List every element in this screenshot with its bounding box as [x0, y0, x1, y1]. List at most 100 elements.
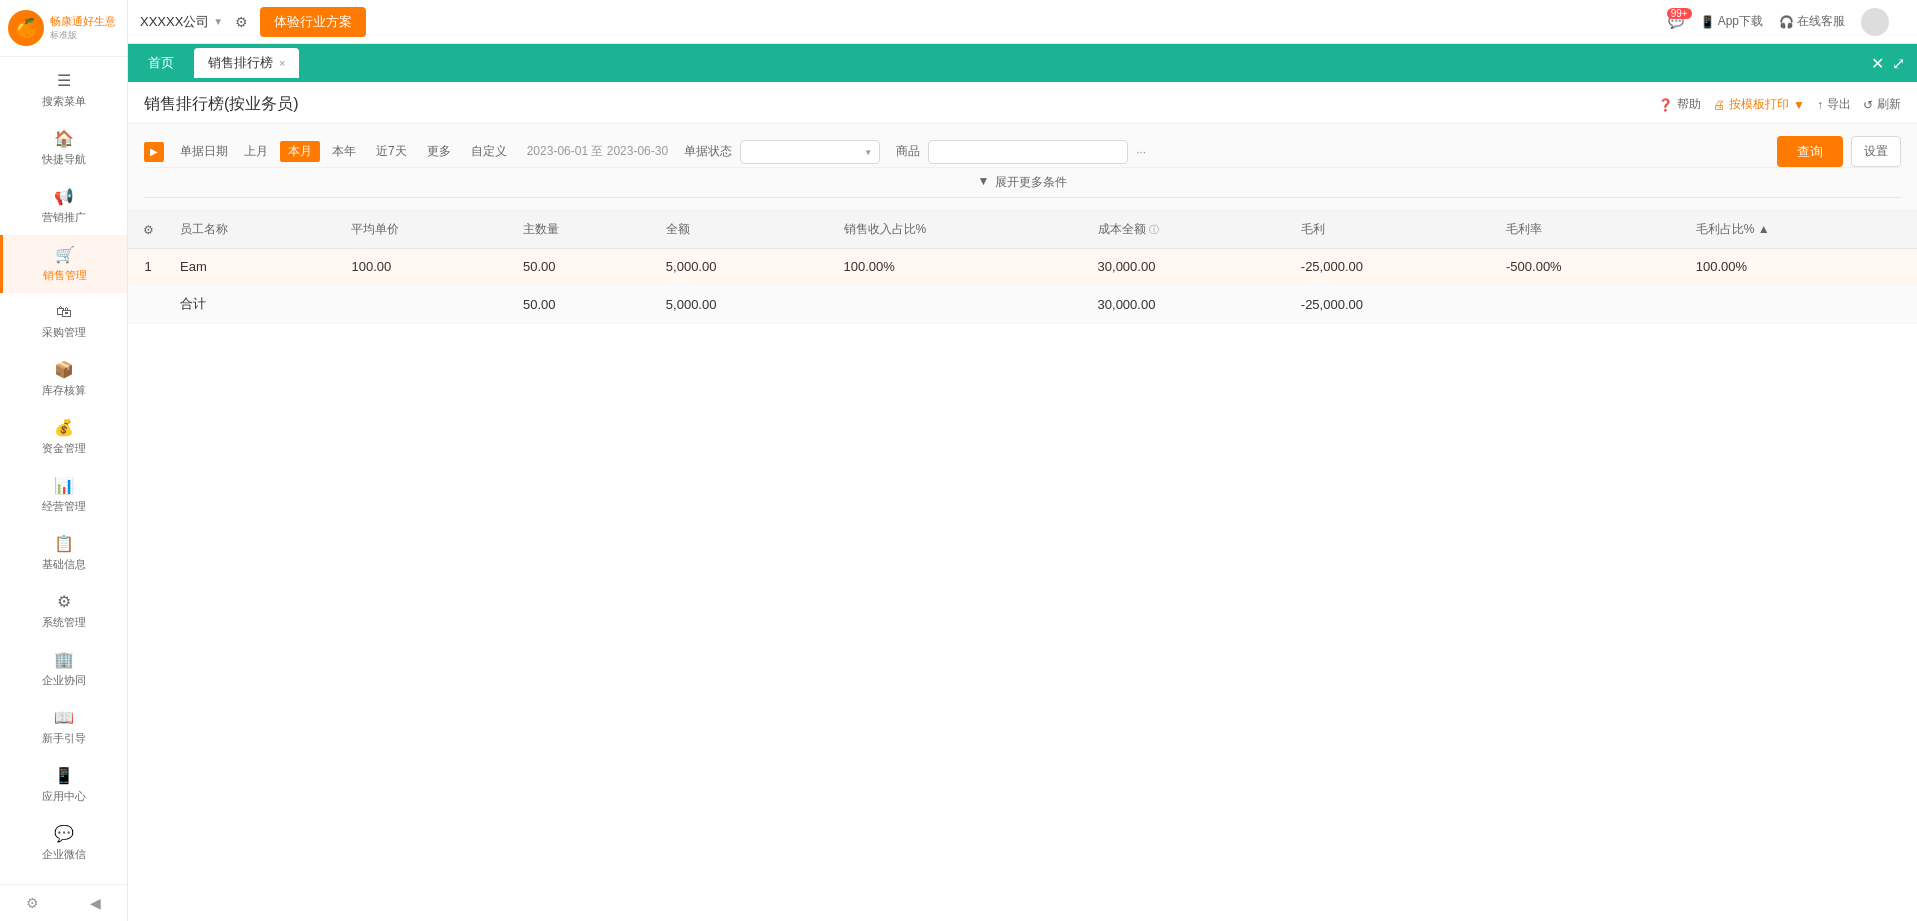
- date-tab-custom[interactable]: 自定义: [463, 141, 515, 162]
- date-tab-this-month[interactable]: 本月: [280, 141, 320, 162]
- cell-gross-ratio-0: 100.00%: [1684, 249, 1917, 285]
- online-service-label: 在线客服: [1797, 13, 1845, 30]
- sidebar-item-wechat[interactable]: 💬 企业微信: [0, 814, 127, 872]
- footer-quantity: 50.00: [511, 285, 654, 324]
- trial-button[interactable]: 体验行业方案: [260, 7, 366, 37]
- goods-filter: 商品 ···: [896, 140, 1146, 164]
- expand-more-filters[interactable]: ▼ 展开更多条件: [144, 167, 1901, 198]
- table-footer-row: 合计 50.00 5,000.00 30,000.00 -25,000.00: [128, 285, 1917, 324]
- nav-label-enterprise: 企业协同: [42, 673, 86, 688]
- status-select[interactable]: [740, 140, 880, 164]
- nav-icon-vip: V: [58, 882, 69, 884]
- page-content-area: 销售排行榜(按业务员) ❓ 帮助 🖨 按模板打印 ▼ ↑: [128, 82, 1917, 921]
- cell-sales-ratio-0: 100.00%: [832, 249, 1086, 285]
- export-button[interactable]: ↑ 导出: [1817, 96, 1851, 113]
- date-range-display: 2023-06-01 至 2023-06-30: [527, 143, 668, 160]
- nav-icon-marketing: 📢: [54, 187, 74, 206]
- sidebar-item-vip[interactable]: V 畅会员: [0, 872, 127, 884]
- nav-icon-wechat: 💬: [54, 824, 74, 843]
- tab-close-all-icon[interactable]: ✕: [1871, 54, 1884, 73]
- sidebar-item-enterprise[interactable]: 🏢 企业协同: [0, 640, 127, 698]
- nav-icon-purchase: 🛍: [56, 303, 72, 321]
- tab-sales-ranking[interactable]: 销售排行榜 ×: [194, 48, 299, 78]
- goods-more-icon[interactable]: ···: [1136, 145, 1146, 159]
- filter-collapse-btn[interactable]: ▶: [144, 142, 164, 162]
- cell-quantity-0: 50.00: [511, 249, 654, 285]
- expand-more-label: 展开更多条件: [995, 174, 1067, 191]
- nav-label-purchase: 采购管理: [42, 325, 86, 340]
- print-dropdown-icon: ▼: [1793, 98, 1805, 112]
- user-avatar[interactable]: [1861, 8, 1889, 36]
- sidebar-item-search-order[interactable]: ☰ 搜索菜单: [0, 61, 127, 119]
- nav-icon-enterprise: 🏢: [54, 650, 74, 669]
- th-name: 员工名称: [168, 211, 339, 249]
- footer-avg-price: [339, 285, 510, 324]
- table-header: ⚙ 员工名称 平均单价 主数量 全额 销售收入占比% 成本全额 ⓘ: [128, 211, 1917, 249]
- sidebar-item-app-center[interactable]: 📱 应用中心: [0, 756, 127, 814]
- headset-icon: 🎧: [1779, 15, 1794, 29]
- table-footer: 合计 50.00 5,000.00 30,000.00 -25,000.00: [128, 285, 1917, 324]
- app-download-button[interactable]: 📱 App下载: [1700, 13, 1763, 30]
- footer-gross-ratio: [1684, 285, 1917, 324]
- cell-rank-0: 1: [128, 249, 168, 285]
- main-content: XXXXX公司 ▼ ⚙ 体验行业方案 💬 99+ 📱 App下载 🎧 在线客服: [128, 0, 1917, 921]
- collapse-sidebar-icon[interactable]: ◀: [90, 895, 101, 911]
- nav-label-wechat: 企业微信: [42, 847, 86, 862]
- sidebar-item-purchase[interactable]: 🛍 采购管理: [0, 293, 127, 350]
- nav-icon-guide: 📖: [54, 708, 74, 727]
- date-tab-more[interactable]: 更多: [419, 141, 459, 162]
- nav-label-operations: 经营管理: [42, 499, 86, 514]
- data-table: ⚙ 员工名称 平均单价 主数量 全额 销售收入占比% 成本全额 ⓘ: [128, 211, 1917, 324]
- sidebar-item-operations[interactable]: 📊 经营管理: [0, 466, 127, 524]
- th-gross-ratio: 毛利占比% ▲: [1684, 211, 1917, 249]
- goods-filter-label: 商品: [896, 143, 920, 160]
- sidebar-item-guide[interactable]: 📖 新手引导: [0, 698, 127, 756]
- tab-sales-ranking-label: 销售排行榜: [208, 54, 273, 72]
- status-filter-label: 单据状态: [684, 143, 732, 160]
- sidebar-item-inventory[interactable]: 📦 库存核算: [0, 350, 127, 408]
- date-tabs: 上月 本月 本年 近7天 更多 自定义: [236, 141, 515, 162]
- date-filter-label: 单据日期: [180, 143, 228, 160]
- message-icon[interactable]: 💬 99+: [1668, 14, 1684, 29]
- date-tab-7days[interactable]: 近7天: [368, 141, 415, 162]
- cell-amount-0: 5,000.00: [654, 249, 832, 285]
- sidebar-item-basic-info[interactable]: 📋 基础信息: [0, 524, 127, 582]
- header-settings-icon[interactable]: ⚙: [235, 14, 248, 30]
- page-header: 销售排行榜(按业务员) ❓ 帮助 🖨 按模板打印 ▼ ↑: [128, 82, 1917, 124]
- sidebar-item-marketing[interactable]: 📢 营销推广: [0, 177, 127, 235]
- template-print-label: 按模板打印: [1729, 96, 1789, 113]
- gross-ratio-sort-icon[interactable]: ▲: [1758, 222, 1770, 236]
- refresh-button[interactable]: ↺ 刷新: [1863, 96, 1901, 113]
- footer-gross-rate: [1494, 285, 1684, 324]
- sidebar-item-finance[interactable]: 💰 资金管理: [0, 408, 127, 466]
- nav-icon-app-center: 📱: [54, 766, 74, 785]
- cost-info-icon[interactable]: ⓘ: [1149, 224, 1159, 235]
- sidebar-item-sales[interactable]: 🛒 销售管理: [0, 235, 127, 293]
- column-settings-icon[interactable]: ⚙: [143, 223, 154, 237]
- tab-home[interactable]: 首页: [132, 46, 190, 80]
- query-button[interactable]: 查询: [1777, 136, 1843, 167]
- settings-bottom-icon[interactable]: ⚙: [26, 895, 39, 911]
- tab-close-icon[interactable]: ×: [279, 57, 285, 69]
- sidebar-item-quick-nav[interactable]: 🏠 快捷导航: [0, 119, 127, 177]
- template-print-button[interactable]: 🖨 按模板打印 ▼: [1713, 96, 1805, 113]
- export-label: 导出: [1827, 96, 1851, 113]
- logo-badge: 标准版: [50, 29, 116, 42]
- date-tab-this-year[interactable]: 本年: [324, 141, 364, 162]
- sidebar-item-system[interactable]: ⚙ 系统管理: [0, 582, 127, 640]
- cell-gross-0: -25,000.00: [1289, 249, 1494, 285]
- date-tab-last-month[interactable]: 上月: [236, 141, 276, 162]
- online-service-button[interactable]: 🎧 在线客服: [1779, 13, 1845, 30]
- help-button[interactable]: ❓ 帮助: [1658, 96, 1701, 113]
- th-cost: 成本全额 ⓘ: [1086, 211, 1289, 249]
- print-icon: 🖨: [1713, 98, 1725, 112]
- settings-button[interactable]: 设置: [1851, 136, 1901, 167]
- sidebar: 🍊 畅康通好生意 标准版 ☰ 搜索菜单 🏠 快捷导航 📢 营销推广 🛒 销售管理…: [0, 0, 128, 921]
- nav-label-basic-info: 基础信息: [42, 557, 86, 572]
- company-selector[interactable]: XXXXX公司 ▼: [140, 13, 223, 31]
- tab-maximize-icon[interactable]: ⤢: [1892, 54, 1905, 73]
- cell-avg-price-0: 100.00: [339, 249, 510, 285]
- goods-input[interactable]: [928, 140, 1128, 164]
- nav-label-search-order: 搜索菜单: [42, 94, 86, 109]
- filter-area: ▶ 单据日期 上月 本月 本年 近7天 更多 自定义: [128, 124, 1917, 211]
